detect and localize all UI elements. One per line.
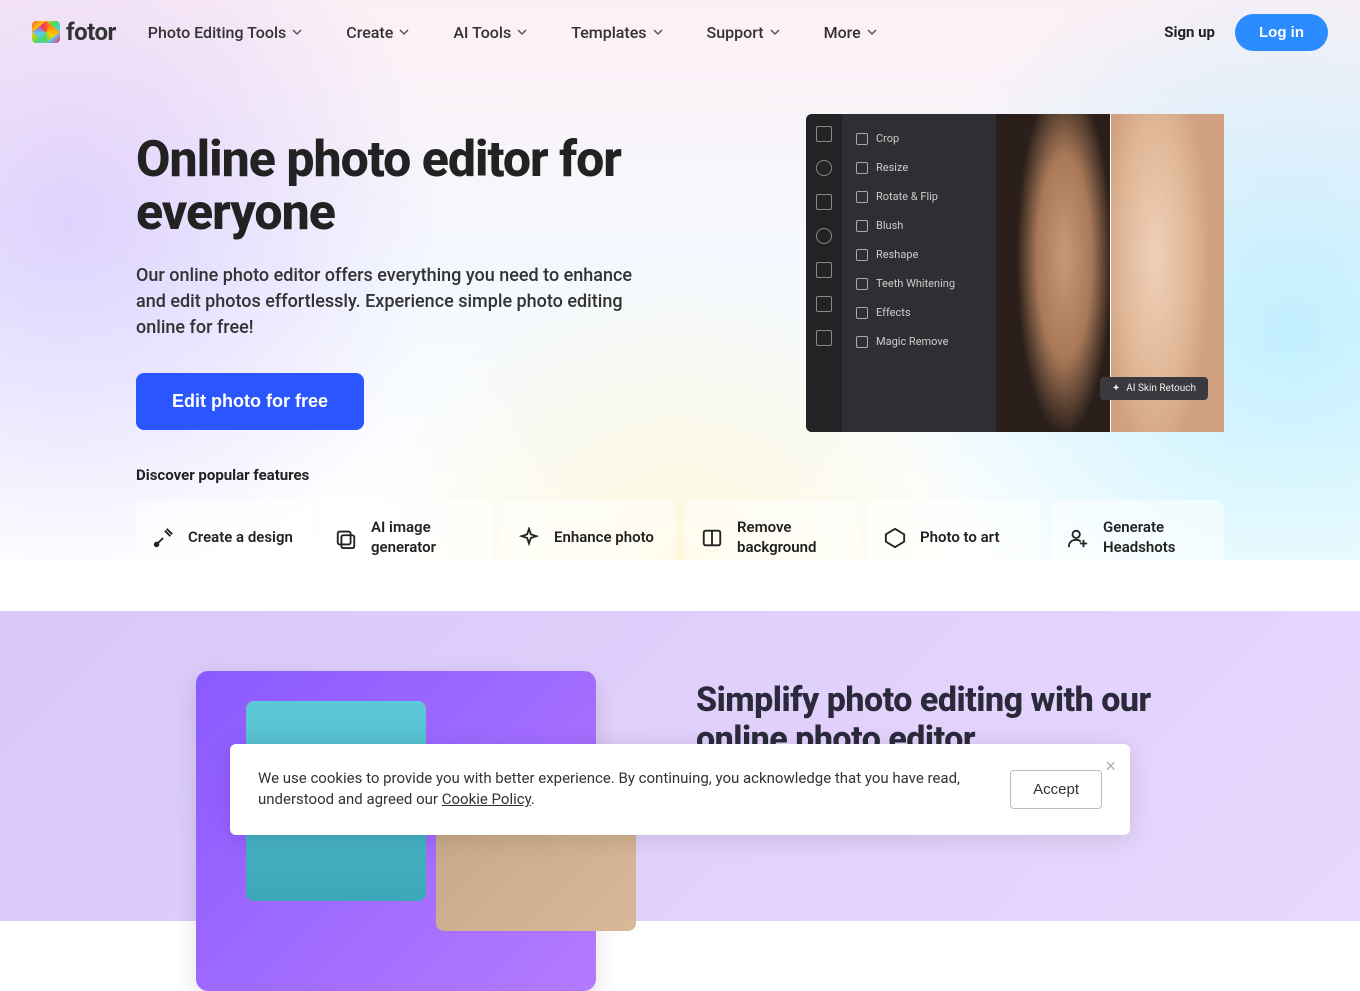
feature-label: Photo to art: [920, 528, 1000, 548]
nav-label: Templates: [571, 23, 646, 42]
hero-content: Online photo editor for everyone Our onl…: [136, 114, 676, 430]
nav-create[interactable]: Create: [346, 23, 409, 42]
nav-label: More: [824, 23, 861, 42]
close-cookie-button[interactable]: ×: [1105, 756, 1116, 777]
login-button[interactable]: Log in: [1235, 14, 1328, 51]
nav-photo-editing-tools[interactable]: Photo Editing Tools: [148, 23, 302, 42]
feature-enhance-photo[interactable]: Enhance photo: [502, 500, 675, 575]
crop-icon: [856, 133, 868, 145]
editor-mockup: Crop Resize Rotate & Flip Blush Reshape …: [806, 114, 1224, 432]
feature-remove-background[interactable]: Remove background: [685, 500, 858, 575]
feature-ai-image-generator[interactable]: AI image generator: [319, 500, 492, 575]
features-section: Discover popular features Create a desig…: [136, 466, 1224, 575]
feature-label: Create a design: [188, 528, 293, 548]
editor-tool-list: Crop Resize Rotate & Flip Blush Reshape …: [842, 114, 996, 432]
remove-bg-icon: [701, 527, 723, 549]
features-grid: Create a design AI image generator Enhan…: [136, 500, 1224, 575]
nav-ai-tools[interactable]: AI Tools: [453, 23, 527, 42]
chevron-down-icon: [292, 27, 302, 37]
tool-effects: Effects: [842, 298, 996, 327]
edit-photo-cta-button[interactable]: Edit photo for free: [136, 373, 364, 430]
eye-icon: [816, 228, 832, 244]
text-icon: [816, 330, 832, 346]
nav-label: Create: [346, 23, 393, 42]
effects-icon: [856, 307, 868, 319]
hero-description: Our online photo editor offers everythin…: [136, 263, 656, 341]
chevron-down-icon: [653, 27, 663, 37]
chevron-down-icon: [867, 27, 877, 37]
feature-label: Remove background: [737, 518, 842, 557]
ai-image-icon: [335, 527, 357, 549]
tool-blush: Blush: [842, 211, 996, 240]
tool-crop: Crop: [842, 124, 996, 153]
nav-more[interactable]: More: [824, 23, 877, 42]
reshape-icon: [856, 249, 868, 261]
nav-label: Support: [707, 23, 764, 42]
editor-sidebar: [806, 114, 842, 432]
chevron-down-icon: [770, 27, 780, 37]
feature-photo-to-art[interactable]: Photo to art: [868, 500, 1041, 575]
sliders-icon: [816, 160, 832, 176]
chevron-down-icon: [399, 27, 409, 37]
hero-title: Online photo editor for everyone: [136, 134, 676, 239]
grid-icon: [816, 126, 832, 142]
frame-icon: [816, 262, 832, 278]
nav-label: AI Tools: [453, 23, 511, 42]
rotate-icon: [856, 191, 868, 203]
design-icon: [152, 527, 174, 549]
flask-icon: [816, 194, 832, 210]
tool-rotate-flip: Rotate & Flip: [842, 182, 996, 211]
blush-icon: [856, 220, 868, 232]
sparkle-icon: ✦: [1112, 383, 1120, 394]
hero-preview: Crop Resize Rotate & Flip Blush Reshape …: [716, 114, 1224, 432]
tool-reshape: Reshape: [842, 240, 996, 269]
logo-icon: [32, 21, 60, 43]
teeth-icon: [856, 278, 868, 290]
before-after-face: ✦ AI Skin Retouch: [996, 114, 1224, 432]
resize-icon: [856, 162, 868, 174]
nav-templates[interactable]: Templates: [571, 23, 662, 42]
accept-cookies-button[interactable]: Accept: [1010, 770, 1102, 809]
main-nav: Photo Editing Tools Create AI Tools Temp…: [148, 23, 1164, 42]
cookie-banner: × We use cookies to provide you with bet…: [230, 744, 1130, 836]
header: fotor Photo Editing Tools Create AI Tool…: [0, 0, 1360, 64]
feature-create-design[interactable]: Create a design: [136, 500, 309, 575]
art-icon: [884, 527, 906, 549]
nav-label: Photo Editing Tools: [148, 23, 286, 42]
logo[interactable]: fotor: [32, 18, 116, 46]
tool-teeth-whitening: Teeth Whitening: [842, 269, 996, 298]
cookie-policy-link[interactable]: Cookie Policy: [442, 790, 531, 808]
hero-section: Online photo editor for everyone Our onl…: [136, 64, 1224, 432]
feature-label: AI image generator: [371, 518, 476, 557]
feature-label: Enhance photo: [554, 528, 654, 548]
cookie-text: We use cookies to provide you with bette…: [258, 768, 990, 812]
people-icon: [816, 296, 832, 312]
magic-remove-icon: [856, 336, 868, 348]
tool-magic-remove: Magic Remove: [842, 327, 996, 356]
feature-label: Generate Headshots: [1103, 518, 1208, 557]
features-heading: Discover popular features: [136, 466, 1224, 484]
tool-resize: Resize: [842, 153, 996, 182]
signup-link[interactable]: Sign up: [1164, 23, 1215, 41]
headshot-icon: [1067, 527, 1089, 549]
logo-text: fotor: [66, 18, 116, 46]
ai-skin-retouch-chip: ✦ AI Skin Retouch: [1100, 377, 1208, 400]
auth-area: Sign up Log in: [1164, 14, 1328, 51]
nav-support[interactable]: Support: [707, 23, 780, 42]
chevron-down-icon: [517, 27, 527, 37]
feature-generate-headshots[interactable]: Generate Headshots: [1051, 500, 1224, 575]
enhance-icon: [518, 527, 540, 549]
